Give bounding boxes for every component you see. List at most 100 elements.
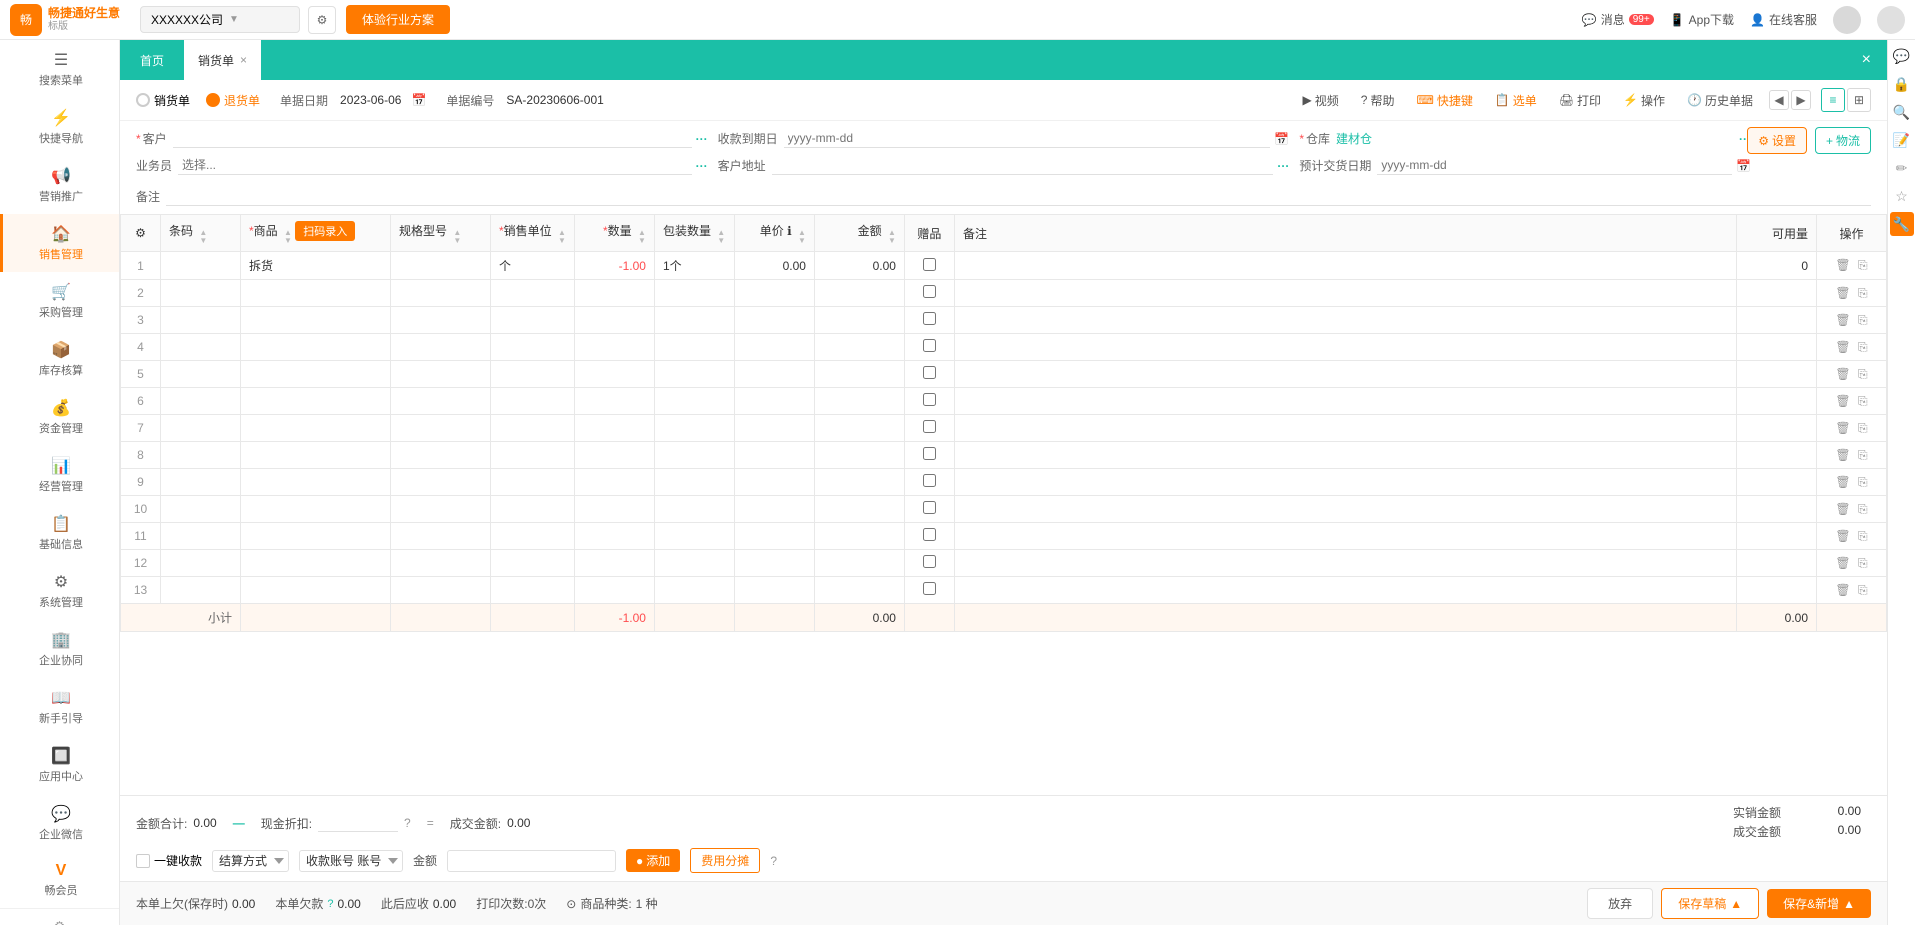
row-gift[interactable] — [904, 415, 954, 442]
date-calendar-icon[interactable]: 📅 — [411, 93, 426, 107]
tab-sales-order[interactable]: 销货单 × — [184, 40, 261, 80]
expense-help-icon[interactable]: ? — [770, 854, 777, 868]
delete-row-icon[interactable]: 🗑 — [1835, 556, 1850, 570]
row-qty[interactable] — [574, 469, 654, 496]
avatar2[interactable] — [1877, 6, 1905, 34]
spec-sort-icon[interactable]: ▲▼ — [453, 229, 461, 245]
discard-button[interactable]: 放弃 — [1587, 888, 1653, 919]
amount-sort-icon[interactable]: ▲▼ — [888, 229, 896, 245]
row-barcode[interactable] — [161, 415, 241, 442]
row-spec[interactable] — [391, 523, 491, 550]
grid-view-button[interactable]: ⊞ — [1847, 88, 1871, 112]
sidebar-item-vip[interactable]: V 畅会员 — [0, 852, 119, 908]
copy-row-icon[interactable]: ⎘ — [1858, 258, 1868, 272]
expected-date-input[interactable] — [1377, 156, 1732, 175]
cash-discount-input[interactable] — [318, 815, 398, 832]
right-panel-lock[interactable]: 🔒 — [1890, 72, 1914, 96]
row-note[interactable] — [954, 334, 1736, 361]
copy-row-icon[interactable]: ⎘ — [1858, 313, 1868, 327]
row-barcode[interactable] — [161, 442, 241, 469]
delete-row-icon[interactable]: 🗑 — [1835, 421, 1850, 435]
row-gift[interactable] — [904, 252, 954, 280]
sidebar-item-enterprise[interactable]: 🏢 企业协同 — [0, 620, 119, 678]
row-barcode[interactable] — [161, 469, 241, 496]
salesperson-input[interactable] — [178, 156, 692, 175]
refresh-icon[interactable]: ⊙ — [566, 897, 576, 911]
company-selector[interactable]: XXXXXX公司 ▼ — [140, 6, 300, 33]
row-qty[interactable] — [574, 334, 654, 361]
row-qty[interactable] — [574, 523, 654, 550]
row-barcode[interactable] — [161, 388, 241, 415]
copy-row-icon[interactable]: ⎘ — [1858, 421, 1868, 435]
row-price[interactable] — [734, 523, 814, 550]
row-barcode[interactable] — [161, 550, 241, 577]
row-spec[interactable] — [391, 550, 491, 577]
row-gift[interactable] — [904, 307, 954, 334]
radio-sales-order[interactable]: 销货单 — [136, 92, 190, 109]
save-draft-button[interactable]: 保存草稿 ▲ — [1661, 888, 1759, 919]
row-qty[interactable] — [574, 280, 654, 307]
row-gift[interactable] — [904, 334, 954, 361]
addr-more-icon[interactable]: ··· — [1277, 159, 1289, 173]
scan-barcode-button[interactable]: 扫码录入 — [295, 221, 355, 241]
right-panel-edit[interactable]: ✏ — [1890, 156, 1914, 180]
row-price[interactable] — [734, 442, 814, 469]
radio-return-order[interactable]: 退货单 — [206, 92, 260, 109]
sidebar-item-wechat[interactable]: 💬 企业微信 — [0, 794, 119, 852]
list-view-button[interactable]: ≡ — [1821, 88, 1845, 112]
row-spec[interactable] — [391, 469, 491, 496]
price-sort-icon[interactable]: ▲▼ — [798, 229, 806, 245]
row-barcode[interactable] — [161, 577, 241, 604]
row-barcode[interactable] — [161, 252, 241, 280]
row-product[interactable] — [241, 361, 391, 388]
row-product[interactable] — [241, 523, 391, 550]
row-spec[interactable] — [391, 361, 491, 388]
row-spec[interactable] — [391, 334, 491, 361]
row-product[interactable] — [241, 307, 391, 334]
row-qty[interactable] — [574, 361, 654, 388]
warehouse-value[interactable]: 建材仓 — [1336, 130, 1372, 147]
row-note[interactable] — [954, 415, 1736, 442]
toolbar-help[interactable]: ? 帮助 — [1355, 90, 1401, 111]
row-gift[interactable] — [904, 388, 954, 415]
sidebar-item-quicknav[interactable]: ⚡ 快捷导航 — [0, 98, 119, 156]
delete-row-icon[interactable]: 🗑 — [1835, 502, 1850, 516]
sidebar-item-inventory[interactable]: 📦 库存核算 — [0, 330, 119, 388]
save-new-button[interactable]: 保存&新增 ▲ — [1767, 889, 1871, 918]
row-price[interactable] — [734, 577, 814, 604]
one-click-payment-checkbox[interactable]: 一键收款 — [136, 852, 202, 869]
row-product[interactable] — [241, 388, 391, 415]
delete-row-icon[interactable]: 🗑 — [1835, 394, 1850, 408]
prev-record-button[interactable]: ◀ — [1769, 90, 1789, 110]
toolbar-select[interactable]: 📋 选单 — [1489, 90, 1543, 111]
row-barcode[interactable] — [161, 361, 241, 388]
row-price[interactable] — [734, 550, 814, 577]
pkgqty-sort-icon[interactable]: ▲▼ — [717, 229, 725, 245]
payment-account-select[interactable]: 收款账号 账号 — [299, 850, 403, 872]
row-gift[interactable] — [904, 442, 954, 469]
row-qty[interactable] — [574, 496, 654, 523]
row-qty[interactable] — [574, 307, 654, 334]
row-spec[interactable] — [391, 442, 491, 469]
sidebar-item-guide[interactable]: 📖 新手引导 — [0, 678, 119, 736]
tab-close-icon[interactable]: × — [240, 53, 247, 67]
toolbar-operate[interactable]: ⚡ 操作 — [1617, 90, 1671, 111]
trial-button[interactable]: 体验行业方案 — [346, 5, 450, 34]
avatar[interactable] — [1833, 6, 1861, 34]
copy-row-icon[interactable]: ⎘ — [1858, 475, 1868, 489]
online-service-button[interactable]: 👤 在线客服 — [1750, 11, 1817, 28]
sidebar-item-purchase[interactable]: 🛒 采购管理 — [0, 272, 119, 330]
row-qty[interactable] — [574, 388, 654, 415]
row-barcode[interactable] — [161, 496, 241, 523]
copy-row-icon[interactable]: ⎘ — [1858, 286, 1868, 300]
row-spec[interactable] — [391, 252, 491, 280]
row-qty[interactable] — [574, 550, 654, 577]
row-price[interactable] — [734, 307, 814, 334]
sidebar-item-search[interactable]: ☰ 搜索菜单 — [0, 40, 119, 98]
sidebar-item-finance[interactable]: 💰 资金管理 — [0, 388, 119, 446]
due-date-input[interactable] — [784, 129, 1271, 148]
product-sort-icon[interactable]: ▲▼ — [284, 229, 292, 245]
row-product[interactable] — [241, 415, 391, 442]
row-note[interactable] — [954, 361, 1736, 388]
toolbar-history[interactable]: 🕐 历史单据 — [1681, 90, 1759, 111]
